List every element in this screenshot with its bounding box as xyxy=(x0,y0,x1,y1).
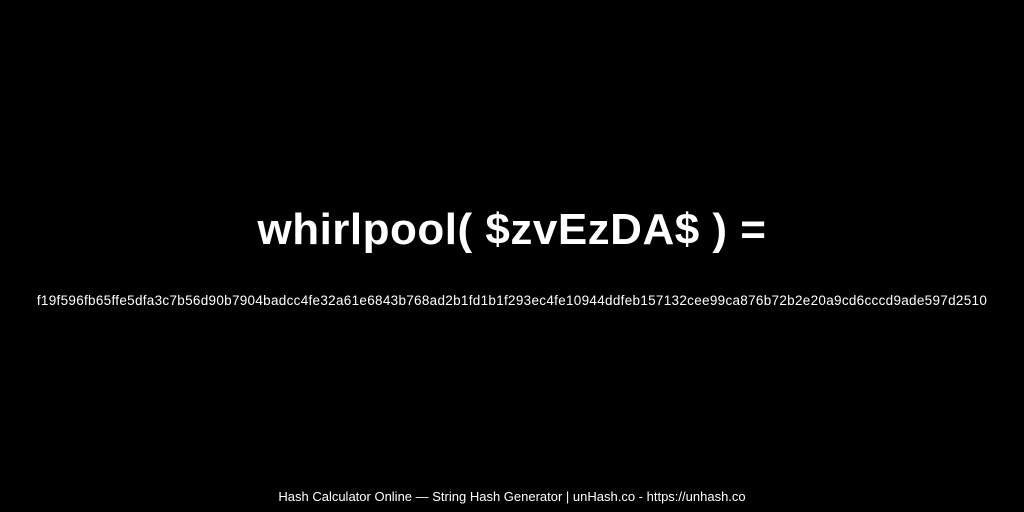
hash-output-value: f19f596fb65ffe5dfa3c7b56d90b7904badcc4fe… xyxy=(37,293,987,308)
footer-text: Hash Calculator Online — String Hash Gen… xyxy=(0,489,1024,504)
main-content: whirlpool( $zvEzDA$ ) = f19f596fb65ffe5d… xyxy=(0,0,1024,512)
hash-function-title: whirlpool( $zvEzDA$ ) = xyxy=(257,205,766,255)
